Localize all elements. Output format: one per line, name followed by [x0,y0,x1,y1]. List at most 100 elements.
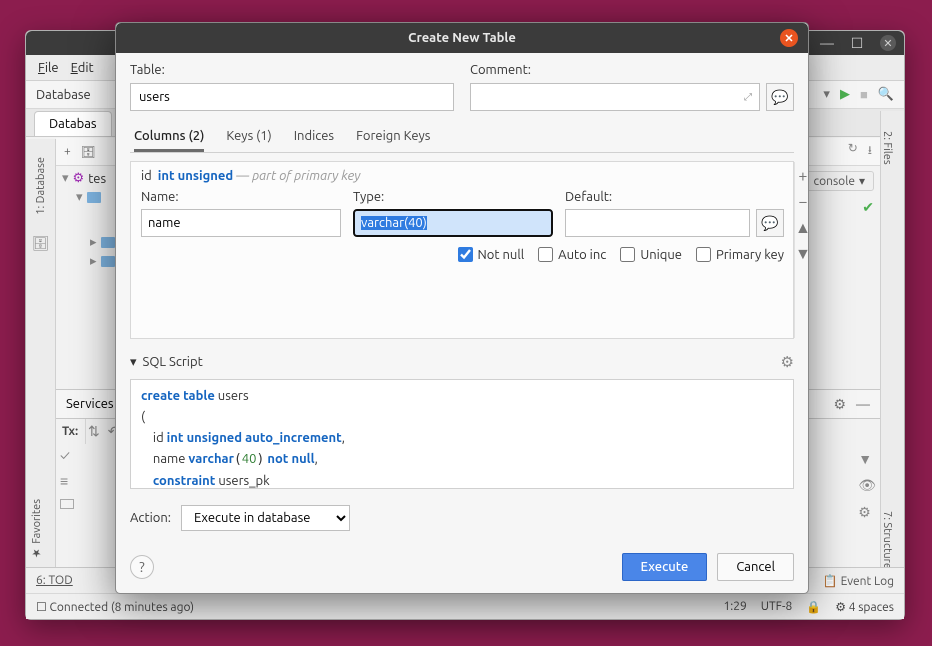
left-label-database[interactable]: 1: Database [35,157,47,215]
table-label: Table: [130,63,454,77]
menu-edit[interactable]: Edit [67,59,98,77]
tab-columns[interactable]: Columns (2) [134,129,204,152]
lock-icon[interactable]: 🔒 [806,600,821,614]
comment-input[interactable] [470,83,760,111]
grid-icon[interactable] [60,499,74,509]
maximize-icon[interactable]: ☐ [850,36,864,50]
chevron-down-icon: ▾ [130,355,137,370]
tree-root-label: tes [88,172,106,186]
refresh-icon[interactable]: ↻ [848,141,858,162]
tab-foreign-keys[interactable]: Foreign Keys [356,129,430,152]
console-label: console [814,175,855,188]
ide-right-gutter: 2: Files 7: Structure [880,111,904,589]
bottom-todo[interactable]: 6: TOD [36,574,73,587]
dialog-tabs: Columns (2) Keys (1) Indices Foreign Key… [130,123,794,153]
column-type-input[interactable] [353,209,553,237]
sql-title-label: SQL Script [143,355,203,369]
sql-script-box[interactable]: create table users ( id int unsigned aut… [130,379,794,489]
status-encoding[interactable]: UTF-8 [761,600,792,614]
remove-column-icon[interactable]: − [798,194,807,210]
tx-label: Tx: [56,419,86,444]
add-column-icon[interactable]: + [798,168,807,184]
menu-file[interactable]: File [34,59,63,77]
dropdown-icon[interactable]: ▾ [823,87,830,102]
folder-icon [87,192,101,203]
column-name: id [141,169,152,183]
play-icon[interactable]: ▶ [840,87,850,102]
unique-checkbox[interactable] [620,247,635,262]
sql-section-header[interactable]: ▾ SQL Script [130,355,203,370]
folder-icon [101,237,115,248]
status-position: 1:29 [724,600,747,614]
gear-icon[interactable]: ⚙ [858,504,876,521]
add-icon[interactable]: + [64,145,71,159]
eye-icon[interactable]: 👁 [858,477,876,494]
dialog-titlebar: Create New Table ✕ [116,23,808,53]
check-icon[interactable]: ✓ [60,447,74,463]
type-field-label: Type: [353,190,553,204]
check-primary-key[interactable]: Primary key [696,247,784,262]
move-down-icon[interactable]: ▼ [795,246,811,262]
default-field-label: Default: [565,190,784,204]
filter-icon[interactable]: ▼ [858,451,876,467]
default-chat-button[interactable]: 💬 [756,209,784,237]
column-name-input[interactable] [141,209,341,237]
db-toolbar-left: + 🗄 [64,145,96,159]
editor-side-gutter: ▼ 👁 ⚙ [858,451,876,521]
not-null-checkbox[interactable] [458,247,473,262]
db-toolbar-right: ↻ ⭳ [848,141,872,162]
tab-indices[interactable]: Indices [294,129,334,152]
check-not-null[interactable]: Not null [458,247,525,262]
ide-statusbar: ☐ Connected (8 minutes ago) 1:29 UTF-8 🔒… [26,593,904,619]
primary-key-checkbox[interactable] [696,247,711,262]
folder-icon [101,256,115,267]
services-side-buttons: ✓ ≡ [60,447,74,509]
tab-keys[interactable]: Keys (1) [226,129,271,152]
right-label-structure[interactable]: 7: Structure [881,511,893,569]
toolbar-right: ▾ ▶ ■ 🔍 [823,87,894,102]
execute-button[interactable]: Execute [622,553,708,581]
window-close-icon[interactable]: ✕ [880,35,896,51]
stop-icon: ■ [860,87,868,102]
dialog-title: Create New Table [408,31,516,45]
db-icon[interactable]: 🗄 [32,235,50,252]
collapse-icon[interactable]: ⭳ [868,141,872,162]
columns-side-toolbar: + − ▲ ▼ [794,162,811,338]
name-field-label: Name: [141,190,341,204]
check-unique[interactable]: Unique [620,247,682,262]
favorites-label[interactable]: ★ Favorites [30,499,43,559]
minimize-panel-icon[interactable]: — [856,396,870,413]
check-icon: ✔ [862,199,874,216]
right-label-files[interactable]: 2: Files [881,131,893,165]
check-auto-inc[interactable]: Auto inc [538,247,606,262]
db-icon-2[interactable]: 🗄 [81,145,96,159]
gear-icon[interactable]: ⚙ [781,353,794,371]
search-icon[interactable]: 🔍 [878,87,894,102]
close-icon[interactable]: ✕ [780,29,798,47]
expand-icon[interactable]: ⤢ [744,91,752,103]
status-connection: ☐ Connected (8 minutes ago) [36,600,194,614]
bars-icon[interactable]: ≡ [60,473,74,489]
existing-column-row[interactable]: id int unsigned — part of primary key [141,166,784,186]
services-tab[interactable]: Services [66,397,114,411]
help-button[interactable]: ? [130,555,154,579]
comment-chat-button[interactable]: 💬 [766,83,794,111]
status-indent[interactable]: ⚙ 4 spaces [835,600,894,614]
create-table-dialog: Create New Table ✕ Table: Comment: ⤢ 💬 C… [115,22,809,594]
tool-tab-database[interactable]: Databas [34,111,112,136]
action-label: Action: [130,511,171,525]
bottom-eventlog[interactable]: 📋 Event Log [823,574,894,588]
column-default-input[interactable] [565,209,750,237]
move-up-icon[interactable]: ▲ [795,220,811,236]
table-name-input[interactable] [130,83,454,111]
cancel-button[interactable]: Cancel [717,553,794,581]
column-type: int unsigned [158,169,233,183]
swap-icon[interactable]: ⇅ [88,423,100,440]
minimize-icon[interactable]: — [820,36,834,50]
action-select[interactable]: Execute in database [181,505,350,531]
chevron-down-icon: ▾ [859,174,865,188]
breadcrumb-text: Database [36,88,91,102]
gear-icon[interactable]: ⚙ [833,396,846,413]
column-meta: — part of primary key [236,169,360,183]
auto-inc-checkbox[interactable] [538,247,553,262]
